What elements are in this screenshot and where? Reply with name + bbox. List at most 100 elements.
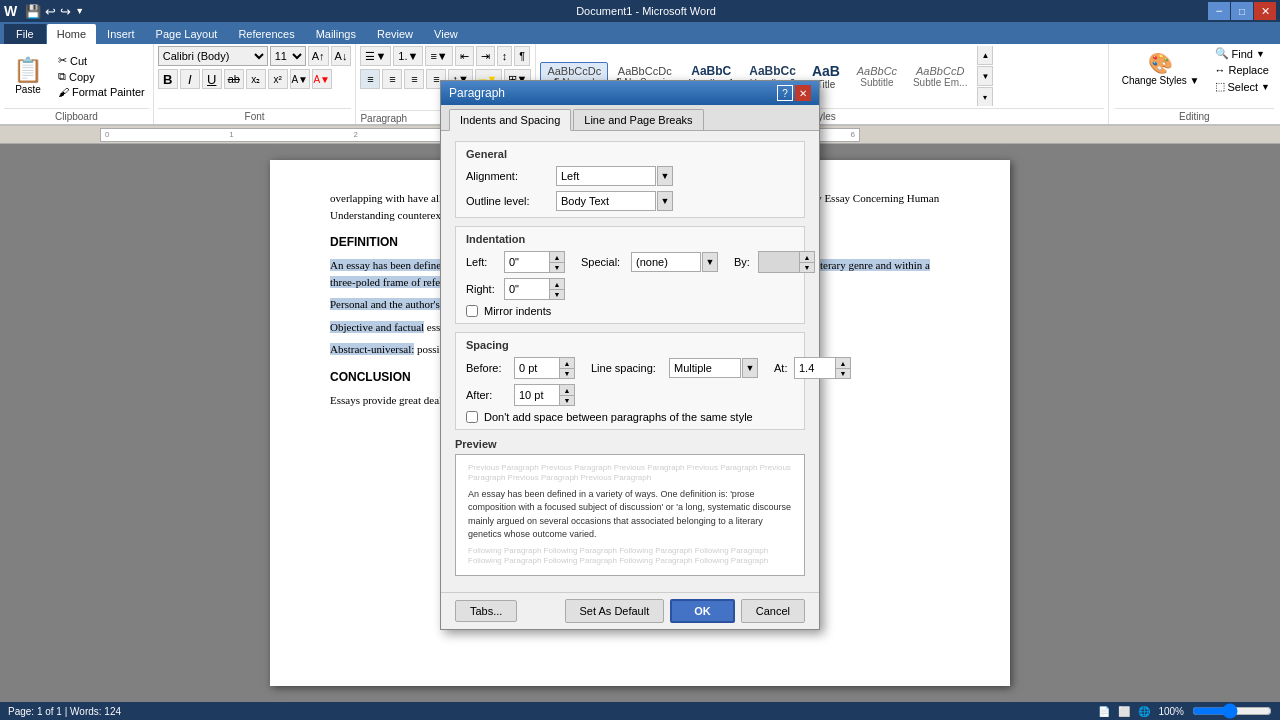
cancel-btn[interactable]: Cancel (741, 599, 805, 623)
increase-indent-btn[interactable]: ⇥ (476, 46, 495, 66)
decrease-indent-btn[interactable]: ⇤ (455, 46, 474, 66)
underline-btn[interactable]: U (202, 69, 222, 89)
styles-expand[interactable]: ▾ (977, 87, 993, 106)
dialog-title: Paragraph (449, 86, 505, 100)
dont-add-space-checkbox[interactable] (466, 411, 478, 423)
alignment-dropdown-btn[interactable]: ▼ (657, 166, 673, 186)
before-input[interactable] (515, 358, 559, 378)
alignment-input[interactable] (556, 166, 656, 186)
after-down[interactable]: ▼ (560, 395, 574, 405)
cut-btn[interactable]: ✂ Cut (54, 53, 149, 68)
bullets-btn[interactable]: ☰▼ (360, 46, 391, 66)
tab-view[interactable]: View (424, 24, 468, 44)
find-btn[interactable]: 🔍 Find ▼ (1211, 46, 1275, 61)
align-left-btn[interactable]: ≡ (360, 69, 380, 89)
qa-undo[interactable]: ↩ (45, 4, 56, 19)
line-spacing-dropdown-btn[interactable]: ▼ (742, 358, 758, 378)
dialog-close-btn[interactable]: ✕ (795, 85, 811, 101)
tab-references[interactable]: References (228, 24, 304, 44)
tab-file[interactable]: File (4, 24, 46, 44)
view-print-btn[interactable]: 📄 (1098, 706, 1110, 717)
alignment-label: Alignment: (466, 170, 548, 182)
styles-scroll-up[interactable]: ▲ (977, 46, 993, 65)
italic-btn[interactable]: I (180, 69, 200, 89)
tab-line-breaks[interactable]: Line and Page Breaks (573, 109, 703, 130)
style-subtle-em[interactable]: AaBbCcD Subtle Em... (906, 62, 974, 91)
paste-btn[interactable]: 📋 Paste (4, 46, 52, 106)
font-size-select[interactable]: 11 (270, 46, 306, 66)
change-styles-btn[interactable]: 🎨 Change Styles ▼ (1115, 46, 1207, 92)
line-spacing-input[interactable] (669, 358, 741, 378)
qa-dropdown[interactable]: ▼ (75, 6, 84, 16)
indent-left-down[interactable]: ▼ (550, 262, 564, 272)
numbering-btn[interactable]: 1.▼ (393, 46, 423, 66)
at-up[interactable]: ▲ (836, 358, 850, 368)
shrink-font-btn[interactable]: A↓ (331, 46, 352, 66)
view-web-btn[interactable]: 🌐 (1138, 706, 1150, 717)
special-input[interactable] (631, 252, 701, 272)
font-color-btn[interactable]: A▼ (312, 69, 332, 89)
set-default-btn[interactable]: Set As Default (565, 599, 665, 623)
outline-dropdown-btn[interactable]: ▼ (657, 191, 673, 211)
indent-right-down[interactable]: ▼ (550, 289, 564, 299)
by-input[interactable] (759, 252, 799, 272)
minimize-btn[interactable]: − (1208, 2, 1230, 20)
bold-btn[interactable]: B (158, 69, 178, 89)
special-dropdown-btn[interactable]: ▼ (702, 252, 718, 272)
indent-left-label: Left: (466, 256, 500, 268)
multilevel-btn[interactable]: ≡▼ (425, 46, 452, 66)
maximize-btn[interactable]: □ (1231, 2, 1253, 20)
strikethrough-btn[interactable]: ab (224, 69, 244, 89)
mirror-indents-checkbox[interactable] (466, 305, 478, 317)
spacing-label: Spacing (466, 339, 794, 351)
by-down[interactable]: ▼ (800, 262, 814, 272)
style-subtitle[interactable]: AaBbCc Subtitle (849, 62, 905, 91)
paragraph-dialog[interactable]: Paragraph ? ✕ Indents and Spacing Line a… (440, 80, 820, 630)
editing-label: Editing (1115, 108, 1274, 124)
subscript-btn[interactable]: x₂ (246, 69, 266, 89)
preview-section: Preview Previous Paragraph Previous Para… (455, 438, 805, 576)
indent-left-input[interactable] (505, 252, 549, 272)
font-name-select[interactable]: Calibri (Body) (158, 46, 268, 66)
dialog-help-btn[interactable]: ? (777, 85, 793, 101)
tab-page-layout[interactable]: Page Layout (146, 24, 228, 44)
tabs-btn[interactable]: Tabs... (455, 600, 517, 622)
sort-btn[interactable]: ↕ (497, 46, 513, 66)
format-painter-btn[interactable]: 🖌 Format Painter (54, 85, 149, 99)
close-btn[interactable]: ✕ (1254, 2, 1276, 20)
text-highlight-btn[interactable]: A▼ (290, 69, 310, 89)
font-label: Font (158, 108, 352, 124)
tab-home[interactable]: Home (47, 24, 96, 44)
copy-btn[interactable]: ⧉ Copy (54, 69, 149, 84)
indent-right-up[interactable]: ▲ (550, 279, 564, 289)
tab-mailings[interactable]: Mailings (306, 24, 366, 44)
after-up[interactable]: ▲ (560, 385, 574, 395)
qa-redo[interactable]: ↪ (60, 4, 71, 19)
by-up[interactable]: ▲ (800, 252, 814, 262)
outline-input[interactable] (556, 191, 656, 211)
before-up[interactable]: ▲ (560, 358, 574, 368)
styles-scroll-down[interactable]: ▼ (977, 66, 993, 86)
align-right-btn[interactable]: ≡ (404, 69, 424, 89)
superscript-btn[interactable]: x² (268, 69, 288, 89)
preview-main-text: An essay has been defined in a variety o… (468, 488, 792, 542)
tab-indents-spacing[interactable]: Indents and Spacing (449, 109, 571, 131)
qa-save[interactable]: 💾 (25, 4, 41, 19)
tab-insert[interactable]: Insert (97, 24, 145, 44)
view-fullscreen-btn[interactable]: ⬜ (1118, 706, 1130, 717)
select-btn[interactable]: ⬚ Select ▼ (1211, 79, 1275, 94)
grow-font-btn[interactable]: A↑ (308, 46, 329, 66)
show-formatting-btn[interactable]: ¶ (514, 46, 530, 66)
align-center-btn[interactable]: ≡ (382, 69, 402, 89)
tab-review[interactable]: Review (367, 24, 423, 44)
replace-btn[interactable]: ↔ Replace (1211, 63, 1275, 77)
after-input[interactable] (515, 385, 559, 405)
zoom-slider[interactable] (1192, 706, 1272, 716)
indent-left-up[interactable]: ▲ (550, 252, 564, 262)
indent-right-input[interactable] (505, 279, 549, 299)
ok-btn[interactable]: OK (670, 599, 735, 623)
at-down[interactable]: ▼ (836, 368, 850, 378)
at-input[interactable] (795, 358, 835, 378)
before-down[interactable]: ▼ (560, 368, 574, 378)
indentation-label: Indentation (466, 233, 794, 245)
